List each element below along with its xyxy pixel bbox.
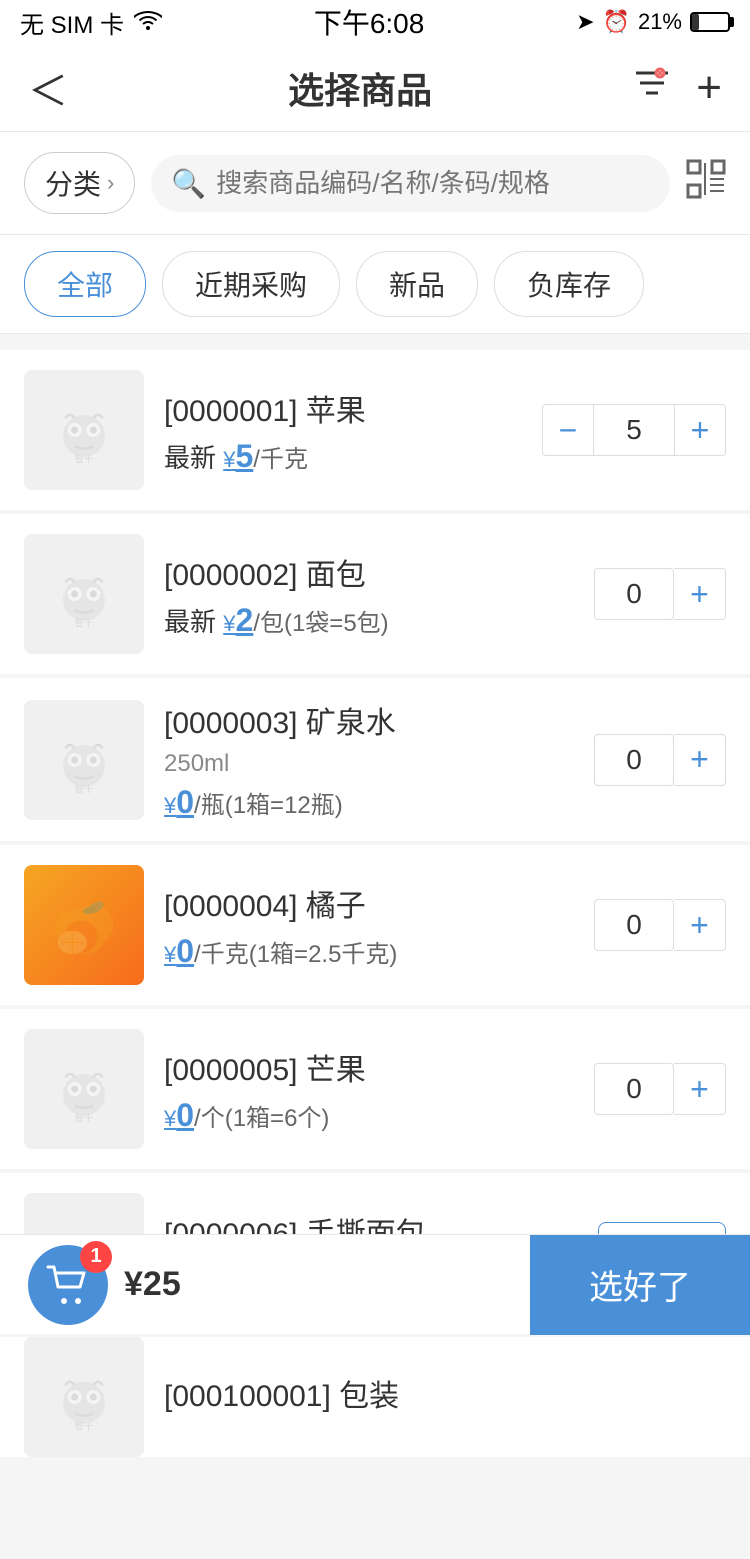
filter-tabs: 全部 近期采购 新品 负库存 — [0, 235, 750, 334]
product-item: 智十 [0000005] 芒果 ¥0/个(1箱=6个) + — [0, 1009, 750, 1169]
product-price-2: ¥0/瓶(1箱=12瓶) — [164, 784, 574, 821]
product-price-4: ¥0/个(1箱=6个) — [164, 1097, 574, 1134]
tab-new[interactable]: 新品 — [356, 251, 478, 317]
qty-plus-0[interactable]: + — [674, 404, 726, 456]
status-bar: 无 SIM 卡 下午6:08 ➤ ⏰ 21% — [0, 0, 750, 44]
product-thumb-3 — [24, 865, 144, 985]
svg-text:智十: 智十 — [75, 783, 94, 794]
nav-actions: + — [632, 63, 722, 113]
qty-input-4[interactable] — [594, 1063, 674, 1115]
product-info-1: [0000002] 面包 最新 ¥2/包(1袋=5包) — [164, 550, 574, 639]
cart-badge: 1 — [80, 1241, 112, 1273]
bottom-spacer — [0, 1459, 750, 1559]
owl-logo-icon: 智十 — [49, 395, 119, 465]
cart-svg-icon — [46, 1265, 90, 1305]
category-button[interactable]: 分类 › — [24, 152, 135, 214]
product-item: 智十 [0000001] 苹果 最新 ¥5/千克 − + — [0, 350, 750, 510]
status-bar-left: 无 SIM 卡 — [20, 5, 162, 40]
product-name-3: [0000004] 橘子 — [164, 881, 574, 925]
product-thumb-2: 智十 — [24, 700, 144, 820]
confirm-button[interactable]: 选好了 — [530, 1235, 750, 1335]
status-bar-time: 下午6:08 — [314, 2, 425, 42]
product-item: 智十 [0000003] 矿泉水 250ml ¥0/瓶(1箱=12瓶) + — [0, 678, 750, 841]
product-name-6: [000100001] 包装 — [164, 1371, 726, 1415]
product-thumb-6: 智十 — [24, 1337, 144, 1457]
qty-input-2[interactable] — [594, 734, 674, 786]
carrier-label: 无 SIM 卡 — [20, 5, 124, 40]
product-spec-2: 250ml — [164, 750, 574, 778]
product-name-1: [0000002] 面包 — [164, 550, 574, 594]
owl-logo-icon: 智十 — [49, 1362, 119, 1432]
cart-total: ¥25 — [124, 1265, 181, 1304]
qty-plus-1[interactable]: + — [674, 568, 726, 620]
qty-minus-0[interactable]: − — [542, 404, 594, 456]
svg-text:智十: 智十 — [75, 618, 94, 629]
back-button[interactable]: ＜ — [28, 59, 88, 117]
qty-input-1[interactable] — [594, 568, 674, 620]
bottom-bar: 1 ¥25 选好了 — [0, 1234, 750, 1334]
cart-section: 1 ¥25 — [0, 1245, 530, 1325]
tab-recent[interactable]: 近期采购 — [162, 251, 340, 317]
product-item: [0000004] 橘子 ¥0/千克(1箱=2.5千克) + — [0, 845, 750, 1005]
nav-bar: ＜ 选择商品 + — [0, 44, 750, 132]
qty-input-3[interactable] — [594, 899, 674, 951]
list-spacer — [0, 334, 750, 350]
product-info-0: [0000001] 苹果 最新 ¥5/千克 — [164, 386, 522, 475]
add-icon[interactable]: + — [696, 63, 722, 113]
battery-fill — [692, 14, 699, 30]
product-thumb-1: 智十 — [24, 534, 144, 654]
qty-control-3: + — [594, 899, 726, 951]
alarm-icon: ⏰ — [603, 9, 630, 35]
search-area: 分类 › 🔍 — [0, 132, 750, 235]
product-list: 智十 [0000001] 苹果 最新 ¥5/千克 − + — [0, 350, 750, 1559]
product-info-3: [0000004] 橘子 ¥0/千克(1箱=2.5千克) — [164, 881, 574, 970]
product-info-4: [0000005] 芒果 ¥0/个(1箱=6个) — [164, 1045, 574, 1134]
qty-control-2: + — [594, 734, 726, 786]
owl-logo-icon: 智十 — [49, 1054, 119, 1124]
qty-input-0[interactable] — [594, 404, 674, 456]
product-thumb-0: 智十 — [24, 370, 144, 490]
qty-plus-2[interactable]: + — [674, 734, 726, 786]
product-item: 智十 [000100001] 包装 — [0, 1337, 750, 1457]
tab-negative[interactable]: 负库存 — [494, 251, 644, 317]
cart-icon[interactable]: 1 — [28, 1245, 108, 1325]
page-title: 选择商品 — [288, 62, 432, 114]
product-name-0: [0000001] 苹果 — [164, 386, 522, 430]
owl-logo-icon: 智十 — [49, 725, 119, 795]
owl-logo-icon: 智十 — [49, 559, 119, 629]
product-info-2: [0000003] 矿泉水 250ml ¥0/瓶(1箱=12瓶) — [164, 698, 574, 821]
qty-control-4: + — [594, 1063, 726, 1115]
scan-icon[interactable] — [686, 159, 726, 208]
product-name-2: [0000003] 矿泉水 — [164, 698, 574, 742]
qty-plus-4[interactable]: + — [674, 1063, 726, 1115]
search-box: 🔍 — [151, 155, 670, 212]
product-info-6: [000100001] 包装 — [164, 1371, 726, 1423]
battery-percent: 21% — [638, 9, 682, 35]
product-price-1: 最新 ¥2/包(1袋=5包) — [164, 602, 574, 639]
qty-control-1: + — [594, 568, 726, 620]
product-price-3: ¥0/千克(1箱=2.5千克) — [164, 933, 574, 970]
qty-control-0: − + — [542, 404, 726, 456]
filter-icon[interactable] — [632, 65, 672, 110]
product-thumb-4: 智十 — [24, 1029, 144, 1149]
tab-all[interactable]: 全部 — [24, 251, 146, 317]
svg-text:智十: 智十 — [75, 1113, 94, 1124]
product-price-0: 最新 ¥5/千克 — [164, 438, 522, 475]
wifi-icon — [134, 8, 162, 37]
qty-plus-3[interactable]: + — [674, 899, 726, 951]
svg-text:智十: 智十 — [75, 454, 94, 465]
battery-icon — [690, 12, 730, 32]
svg-text:智十: 智十 — [75, 1421, 94, 1432]
category-chevron: › — [107, 170, 114, 196]
product-item: 智十 [0000002] 面包 最新 ¥2/包(1袋=5包) + — [0, 514, 750, 674]
search-icon: 🔍 — [171, 167, 206, 200]
status-bar-right: ➤ ⏰ 21% — [576, 9, 730, 35]
product-name-4: [0000005] 芒果 — [164, 1045, 574, 1089]
location-icon: ➤ — [576, 9, 594, 35]
orange-image — [49, 890, 119, 960]
category-label: 分类 — [45, 163, 101, 203]
search-input[interactable] — [216, 168, 650, 199]
